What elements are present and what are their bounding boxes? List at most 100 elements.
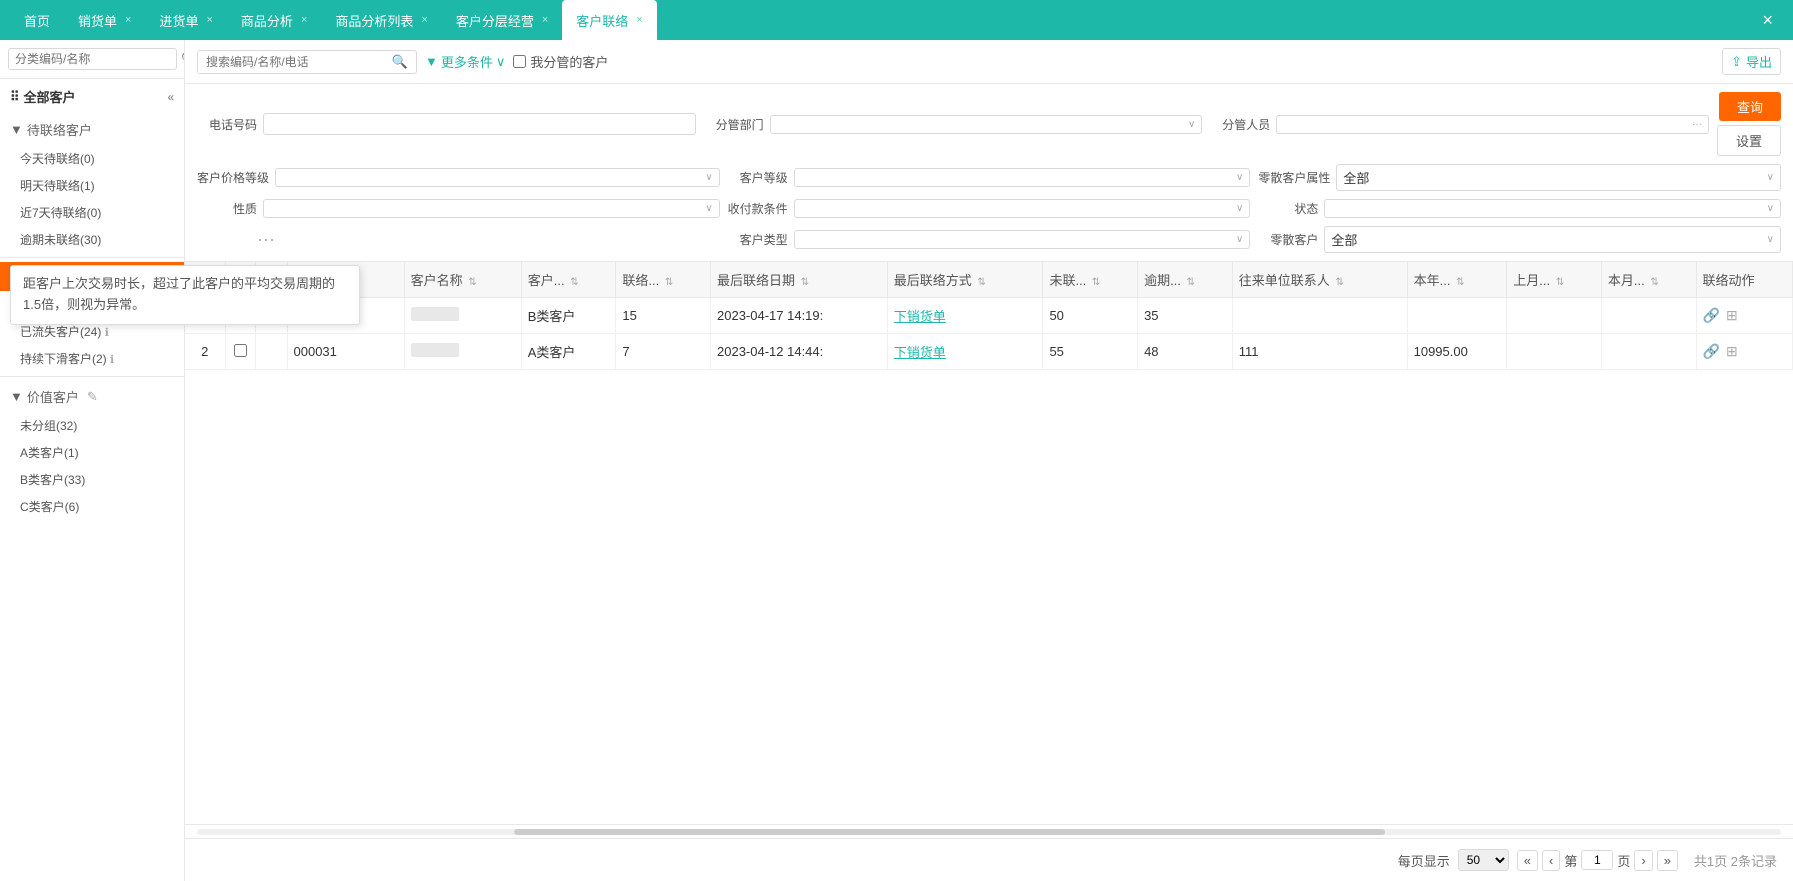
more-dots-icon[interactable]: ··· — [197, 229, 275, 250]
search-icon[interactable]: 🔍 — [392, 54, 408, 70]
sidebar-search-input[interactable] — [8, 48, 177, 70]
action-link-icon[interactable]: 🔗 — [1703, 343, 1720, 360]
filter-dept: 分管部门 ∨ — [704, 115, 1203, 134]
edit-icon[interactable]: ✎ — [87, 389, 98, 405]
filter-status-select[interactable]: ∨ — [1324, 199, 1781, 218]
cell-unit-contact: 111 — [1232, 334, 1407, 370]
action-grid-icon[interactable]: ⊞ — [1726, 343, 1738, 360]
filter-retail-customer-caret: ∨ — [1767, 234, 1774, 245]
filter-customer-grade-select[interactable]: ∨ — [794, 168, 1251, 187]
filter-phone-input[interactable] — [263, 113, 696, 135]
sidebar-all-customers[interactable]: ⠿ 全部客户 « — [0, 79, 184, 114]
filter-retail-customer-select[interactable]: 全部 ∨ — [1324, 226, 1781, 253]
first-page-btn[interactable]: « — [1517, 850, 1538, 871]
cell-last-method[interactable]: 下销货单 — [887, 334, 1043, 370]
sidebar-item-declining[interactable]: 持续下滑客户(2) ℹ — [0, 345, 184, 372]
col-uncontacted-header[interactable]: 未联... ⇅ — [1043, 262, 1138, 298]
my-customers-filter[interactable]: 我分管的客户 — [513, 52, 608, 71]
cell-contact: 7 — [616, 334, 711, 370]
next-page-btn[interactable]: › — [1634, 850, 1652, 871]
page-number-input[interactable] — [1581, 850, 1613, 870]
sidebar-item-classB[interactable]: B类客户(33) — [0, 466, 184, 493]
nav-customer-tier[interactable]: 客户分层经营 × — [442, 0, 562, 40]
sidebar-item-classA[interactable]: A类客户(1) — [0, 439, 184, 466]
top-nav: 首页 销货单 × 进货单 × 商品分析 × 商品分析列表 × 客户分层经营 × … — [0, 0, 1793, 40]
my-customers-checkbox[interactable] — [513, 55, 526, 68]
nav-customer-tier-close[interactable]: × — [542, 14, 548, 26]
nav-product-analysis[interactable]: 商品分析 × — [227, 0, 321, 40]
cell-action: 🔗 ⊞ — [1696, 334, 1792, 370]
filter-retail-customer-label: 零散客户 — [1258, 231, 1318, 248]
col-action-header: 联络动作 — [1696, 262, 1792, 298]
filter-person-select[interactable]: ··· — [1276, 115, 1709, 134]
sidebar-item-tomorrow[interactable]: 明天待联络(1) — [0, 172, 184, 199]
row-checkbox[interactable] — [234, 344, 247, 357]
filter-status-caret: ∨ — [1767, 203, 1774, 214]
nav-purchase[interactable]: 进货单 × — [145, 0, 226, 40]
nav-home[interactable]: 首页 — [10, 0, 64, 40]
filter-action-btns: 查询 设置 — [1717, 92, 1781, 156]
nav-purchase-close[interactable]: × — [206, 14, 212, 26]
last-method-link[interactable]: 下销货单 — [894, 309, 946, 324]
cell-checkbox[interactable] — [225, 334, 255, 370]
filter-price-grade-label: 客户价格等级 — [197, 169, 269, 186]
nav-sales-label: 销货单 — [78, 11, 117, 30]
last-page-btn[interactable]: » — [1657, 850, 1678, 871]
filter-customer-type-select[interactable]: ∨ — [794, 230, 1251, 249]
nav-sales[interactable]: 销货单 × — [64, 0, 145, 40]
col-overdue-header[interactable]: 逾期... ⇅ — [1138, 262, 1233, 298]
nav-product-list[interactable]: 商品分析列表 × — [321, 0, 441, 40]
nav-product-list-close[interactable]: × — [421, 14, 427, 26]
cell-name — [404, 298, 521, 334]
action-link-icon[interactable]: 🔗 — [1703, 307, 1720, 324]
col-contact-header[interactable]: 联络... ⇅ — [616, 262, 711, 298]
col-name-header[interactable]: 客户名称 ⇅ — [404, 262, 521, 298]
nav-sales-close[interactable]: × — [125, 14, 131, 26]
value-customer-label: 价值客户 — [27, 387, 79, 406]
setting-btn[interactable]: 设置 — [1717, 125, 1781, 156]
sidebar-item-overdue[interactable]: 逾期未联络(30) — [0, 226, 184, 253]
col-last-month-header[interactable]: 上月... ⇅ — [1507, 262, 1602, 298]
search-input[interactable] — [206, 55, 392, 69]
filter-retail-prop-select[interactable]: 全部 ∨ — [1336, 164, 1781, 191]
filter-price-grade-caret: ∨ — [705, 172, 712, 183]
sidebar-item-classC[interactable]: C类客户(6) — [0, 493, 184, 520]
arrow-right-icon: ▼ — [10, 389, 23, 404]
nav-customer-contact[interactable]: 客户联络 × — [562, 0, 656, 40]
filter-top-bar: 🔍 ▼ 更多条件 ∨ 我分管的客户 ⇪ 导出 — [185, 40, 1793, 84]
sidebar-item-7days[interactable]: 近7天待联络(0) — [0, 199, 184, 226]
collapse-sidebar-icon[interactable]: « — [167, 90, 174, 104]
prev-page-btn[interactable]: ‹ — [1542, 850, 1560, 871]
sidebar-item-ungrouped[interactable]: 未分组(32) — [0, 412, 184, 439]
cell-name — [404, 334, 521, 370]
col-this-month-header[interactable]: 本月... ⇅ — [1601, 262, 1696, 298]
filter-nature-select[interactable]: ∨ — [263, 199, 720, 218]
col-last-date-header[interactable]: 最后联络日期 ⇅ — [711, 262, 888, 298]
pager-buttons: « ‹ 第 页 › » — [1517, 850, 1678, 871]
action-grid-icon[interactable]: ⊞ — [1726, 307, 1738, 324]
more-conditions-btn[interactable]: ▼ 更多条件 ∨ — [425, 52, 505, 71]
horizontal-scrollbar-thumb[interactable] — [514, 829, 1385, 835]
sidebar-group-pending[interactable]: ▼ 待联络客户 — [0, 114, 184, 145]
nav-customer-contact-close[interactable]: × — [636, 14, 642, 26]
filter-payment-select[interactable]: ∨ — [794, 199, 1251, 218]
filter-price-grade: 客户价格等级 ∨ — [197, 168, 720, 187]
col-this-year-header[interactable]: 本年... ⇅ — [1407, 262, 1507, 298]
col-type-header[interactable]: 客户... ⇅ — [521, 262, 616, 298]
query-btn[interactable]: 查询 — [1719, 92, 1781, 121]
filter-price-grade-select[interactable]: ∨ — [275, 168, 720, 187]
last-method-link[interactable]: 下销货单 — [894, 345, 946, 360]
window-close-btn[interactable]: × — [1752, 10, 1783, 31]
filter-dept-select[interactable]: ∨ — [770, 115, 1203, 134]
per-page-label: 每页显示 — [1398, 851, 1450, 870]
sidebar-item-today[interactable]: 今天待联络(0) — [0, 145, 184, 172]
export-btn[interactable]: ⇪ 导出 — [1722, 48, 1781, 75]
nav-product-analysis-close[interactable]: × — [301, 14, 307, 26]
col-last-method-header[interactable]: 最后联络方式 ⇅ — [887, 262, 1043, 298]
per-page-select[interactable]: 50 100 200 — [1458, 849, 1509, 871]
cell-last-method[interactable]: 下销货单 — [887, 298, 1043, 334]
sidebar-group-value[interactable]: ▼ 价值客户 ✎ — [0, 381, 184, 412]
export-icon: ⇪ — [1731, 54, 1742, 70]
col-unit-contact-header[interactable]: 往来单位联系人 ⇅ — [1232, 262, 1407, 298]
content-area: 🔍 ▼ 更多条件 ∨ 我分管的客户 ⇪ 导出 电话号码 — [185, 40, 1793, 881]
